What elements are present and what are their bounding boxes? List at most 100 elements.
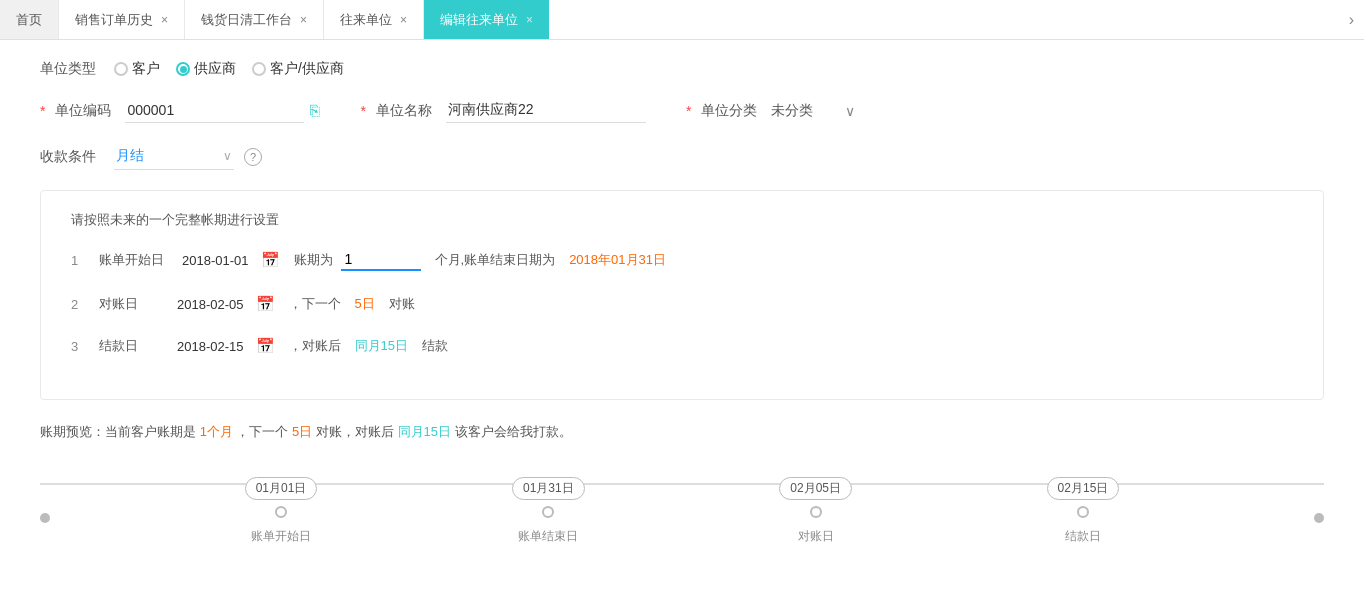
- unit-name-field: * 单位名称: [360, 98, 645, 123]
- radio-customer-label: 客户: [132, 60, 160, 78]
- tab-cash-work[interactable]: 钱货日清工作台 ×: [185, 0, 324, 39]
- timeline-badge-4: 02月15日: [1047, 477, 1120, 500]
- row2-cal-icon[interactable]: 📅: [256, 295, 275, 313]
- timeline-point-1: 01月01日 账单开始日: [245, 477, 318, 545]
- period-input[interactable]: [341, 249, 421, 271]
- payment-terms-select[interactable]: 月结 ∨: [114, 143, 234, 170]
- radio-supplier-circle: [176, 62, 190, 76]
- row-reconcile: 2 对账日 2018-02-05 📅 ，下一个 5日 对账: [71, 295, 1293, 313]
- radio-supplier[interactable]: 供应商: [176, 60, 236, 78]
- row1-date: 2018-01-01: [182, 253, 249, 268]
- preview-text: 账期预览：当前客户账期是 1个月 ，下一个 5日 对账，对账后 同月15日 该客…: [40, 420, 1324, 443]
- radio-group-unit-type: 客户 供应商 客户/供应商: [114, 60, 344, 78]
- radio-customer-circle: [114, 62, 128, 76]
- tab-bar: 首页 销售订单历史 × 钱货日清工作台 × 往来单位 × 编辑往来单位 × ›: [0, 0, 1364, 40]
- row-payment: 3 结款日 2018-02-15 📅 ，对账后 同月15日 结款: [71, 337, 1293, 355]
- unit-code-label: 单位编码: [55, 102, 111, 120]
- tab-sales-order-history-close[interactable]: ×: [161, 13, 168, 27]
- tab-edit-partner-label: 编辑往来单位: [440, 11, 518, 29]
- row2-desc2: 对账: [389, 295, 415, 313]
- timeline-start-dot: [40, 513, 50, 523]
- unit-category-star: *: [686, 103, 691, 119]
- unit-name-star: *: [360, 103, 365, 119]
- unit-type-row: 单位类型 客户 供应商 客户/供应商: [40, 60, 1324, 78]
- payment-terms-arrow-icon: ∨: [223, 149, 232, 163]
- unit-code-star: *: [40, 103, 45, 119]
- row1-desc-before: 账期为: [294, 251, 333, 269]
- payment-terms-label: 收款条件: [40, 148, 96, 166]
- timeline-label-4: 结款日: [1065, 528, 1101, 545]
- main-content: 单位类型 客户 供应商 客户/供应商 * 单位编码 ⎘ * 单位名称: [0, 40, 1364, 608]
- unit-code-input[interactable]: [125, 98, 304, 123]
- setting-box: 请按照未来的一个完整帐期进行设置 1 账单开始日 2018-01-01 📅 账期…: [40, 190, 1324, 400]
- radio-both[interactable]: 客户/供应商: [252, 60, 344, 78]
- timeline-points: 01月01日 账单开始日 01月31日 账单结束日 02月05日 对账日 02月…: [40, 477, 1324, 545]
- payment-terms-value: 月结: [116, 147, 219, 165]
- timeline-dot-4: [1077, 506, 1089, 518]
- unit-code-copy-icon[interactable]: ⎘: [310, 102, 320, 120]
- setting-title: 请按照未来的一个完整帐期进行设置: [71, 211, 1293, 229]
- timeline-point-2: 01月31日 账单结束日: [512, 477, 585, 545]
- row2-label: 对账日: [99, 295, 159, 313]
- timeline-badge-2: 01月31日: [512, 477, 585, 500]
- timeline-point-3: 02月05日 对账日: [779, 477, 852, 545]
- tab-partner[interactable]: 往来单位 ×: [324, 0, 424, 39]
- row-bill-start: 1 账单开始日 2018-01-01 📅 账期为 个月,账单结束日期为 2018…: [71, 249, 1293, 271]
- row1-desc-after: 个月,账单结束日期为: [435, 251, 556, 269]
- unit-category-value: 未分类: [771, 102, 831, 120]
- tab-cash-work-close[interactable]: ×: [300, 13, 307, 27]
- row1-label: 账单开始日: [99, 251, 164, 269]
- timeline-end-dot: [1314, 513, 1324, 523]
- timeline-point-4: 02月15日 结款日: [1047, 477, 1120, 545]
- timeline-dot-2: [542, 506, 554, 518]
- row2-desc1: ，下一个: [289, 295, 341, 313]
- tab-partner-label: 往来单位: [340, 11, 392, 29]
- radio-both-label: 客户/供应商: [270, 60, 344, 78]
- tab-home-label: 首页: [16, 11, 42, 29]
- row3-date: 2018-02-15: [177, 339, 244, 354]
- row2-date: 2018-02-05: [177, 297, 244, 312]
- preview-part2: 5日: [292, 424, 312, 439]
- preview-sep2: 对账，对账后: [316, 424, 394, 439]
- unit-category-label: 单位分类: [701, 102, 757, 120]
- timeline-label-2: 账单结束日: [518, 528, 578, 545]
- unit-name-label: 单位名称: [376, 102, 432, 120]
- tab-sales-order-history[interactable]: 销售订单历史 ×: [59, 0, 185, 39]
- help-icon[interactable]: ?: [244, 148, 262, 166]
- tab-partner-close[interactable]: ×: [400, 13, 407, 27]
- tab-nav-arrow[interactable]: ›: [1339, 0, 1364, 39]
- unit-code-field: * 单位编码 ⎘: [40, 98, 320, 123]
- row1-highlight: 2018年01月31日: [569, 251, 666, 269]
- radio-both-circle: [252, 62, 266, 76]
- row3-label: 结款日: [99, 337, 159, 355]
- preview-part1: 1个月: [200, 424, 233, 439]
- tab-edit-partner[interactable]: 编辑往来单位 ×: [424, 0, 549, 39]
- payment-terms-row: 收款条件 月结 ∨ ?: [40, 143, 1324, 170]
- radio-supplier-label: 供应商: [194, 60, 236, 78]
- timeline: 01月01日 账单开始日 01月31日 账单结束日 02月05日 对账日 02月…: [40, 467, 1324, 565]
- timeline-badge-1: 01月01日: [245, 477, 318, 500]
- preview-label: 账期预览：当前客户账期是: [40, 424, 196, 439]
- preview-end: 该客户会给我打款。: [455, 424, 572, 439]
- timeline-label-3: 对账日: [798, 528, 834, 545]
- row2-num: 2: [71, 297, 91, 312]
- row3-num: 3: [71, 339, 91, 354]
- unit-type-label: 单位类型: [40, 60, 96, 78]
- row3-cal-icon[interactable]: 📅: [256, 337, 275, 355]
- radio-customer[interactable]: 客户: [114, 60, 160, 78]
- row3-highlight: 同月15日: [355, 337, 408, 355]
- unit-category-dropdown-icon[interactable]: ∨: [845, 103, 855, 119]
- timeline-dot-1: [275, 506, 287, 518]
- timeline-label-1: 账单开始日: [251, 528, 311, 545]
- timeline-dot-3: [810, 506, 822, 518]
- row3-desc1: ，对账后: [289, 337, 341, 355]
- unit-name-input[interactable]: [446, 98, 646, 123]
- unit-category-field: * 单位分类 未分类 ∨: [686, 102, 855, 120]
- preview-sep1: ，下一个: [236, 424, 288, 439]
- tab-home[interactable]: 首页: [0, 0, 59, 39]
- row2-highlight: 5日: [355, 295, 375, 313]
- tab-edit-partner-close[interactable]: ×: [526, 13, 533, 27]
- row1-cal-icon[interactable]: 📅: [261, 251, 280, 269]
- timeline-badge-3: 02月05日: [779, 477, 852, 500]
- tab-cash-work-label: 钱货日清工作台: [201, 11, 292, 29]
